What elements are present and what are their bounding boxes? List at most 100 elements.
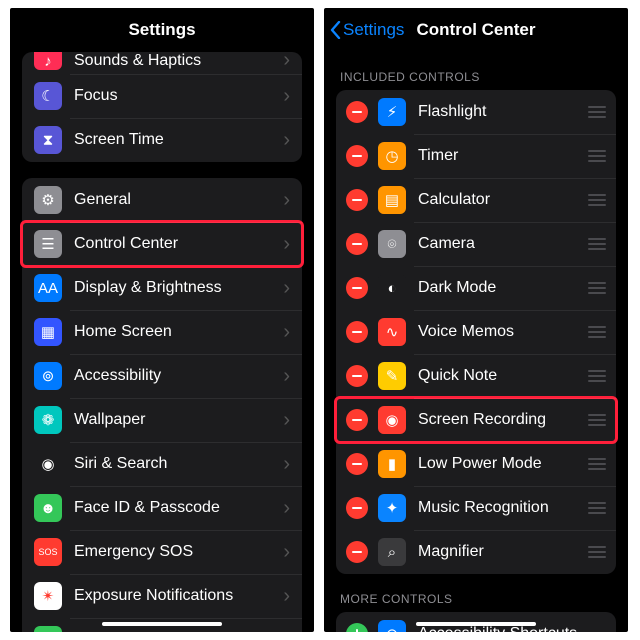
timer-icon: ◷ [378,142,406,170]
remove-button[interactable] [346,541,368,563]
settings-row-wallpaper[interactable]: ❁Wallpaper› [22,398,302,442]
remove-button[interactable] [346,453,368,475]
focus-icon: ☾ [34,82,62,110]
drag-handle-icon[interactable] [586,106,606,118]
settings-row-home-screen[interactable]: ▦Home Screen› [22,310,302,354]
chevron-right-icon: › [283,630,290,632]
calculator-icon: ▤ [378,186,406,214]
drag-handle-icon[interactable] [586,194,606,206]
cc-scroll[interactable]: Included Controls ⚡︎Flashlight◷Timer▤Cal… [324,52,628,632]
row-label: Emergency SOS [74,543,279,561]
remove-button[interactable] [346,365,368,387]
settings-row-exposure-notifications[interactable]: ✴︎Exposure Notifications› [22,574,302,618]
control-label: Flashlight [418,103,580,121]
minus-icon [352,463,362,465]
control-center-screen: Settings Control Center Included Control… [324,8,628,632]
settings-row-screen-time[interactable]: ⧗ Screen Time› [22,118,302,162]
control-row-music-recognition: ✦Music Recognition [336,486,616,530]
minus-icon [352,331,362,333]
settings-screen: Settings ♪Sounds & Haptics›☾Focus› ⧗ Scree… [10,8,314,632]
control-row-low-power-mode: ▮Low Power Mode [336,442,616,486]
minus-icon [352,111,362,113]
more-header: More Controls [340,592,612,606]
row-label: Control Center [74,235,279,253]
remove-button[interactable] [346,145,368,167]
row-label: Face ID & Passcode [74,499,279,517]
remove-button[interactable] [346,233,368,255]
home-screen-icon: ▦ [34,318,62,346]
siri-search-icon: ◉ [34,450,62,478]
remove-button[interactable] [346,497,368,519]
settings-row-control-center[interactable]: ☰Control Center› [22,222,302,266]
chevron-right-icon: › [283,190,290,210]
remove-button[interactable] [346,409,368,431]
drag-handle-icon[interactable] [586,414,606,426]
drag-handle-icon[interactable] [586,150,606,162]
row-label: Display & Brightness [74,279,279,297]
row-label: Screen Time [74,131,279,149]
home-indicator[interactable] [102,622,222,626]
chevron-right-icon: › [283,542,290,562]
screen-time-icon: ⧗ [34,126,62,154]
chevron-right-icon: › [283,86,290,106]
drag-handle-icon[interactable] [586,326,606,338]
minus-icon [352,155,362,157]
drag-handle-icon[interactable] [586,238,606,250]
remove-button[interactable] [346,321,368,343]
chevron-right-icon: › [283,410,290,430]
chevron-right-icon: › [283,498,290,518]
settings-scroll[interactable]: ♪Sounds & Haptics›☾Focus›⧗Screen Time› ⚙… [10,52,314,632]
add-button[interactable] [346,623,368,632]
home-indicator[interactable] [416,622,536,626]
remove-button[interactable] [346,101,368,123]
chevron-right-icon: › [283,278,290,298]
chevron-right-icon: › [283,366,290,386]
settings-row-focus[interactable]: ☾Focus› [22,74,302,118]
face-id-passcode-icon: ☻ [34,494,62,522]
settings-title: Settings [128,20,195,40]
plus-icon [352,629,362,632]
settings-group-b: ⚙General›☰Control Center›AADisplay & Bri… [22,178,302,632]
control-row-calculator: ▤ Calculator [336,178,616,222]
control-label: Magnifier [418,543,580,561]
control-label: Calculator [418,191,580,209]
chevron-right-icon: › [283,130,290,150]
drag-handle-icon[interactable] [586,458,606,470]
quick-note-icon: ✎ [378,362,406,390]
settings-row-sounds-haptics[interactable]: ♪Sounds & Haptics› [22,52,302,74]
control-row-dark-mode: ◐Dark Mode [336,266,616,310]
minus-icon [352,199,362,201]
minus-icon [352,287,362,289]
control-label: Quick Note [418,367,580,385]
settings-group-a: ♪Sounds & Haptics›☾Focus›⧗Screen Time› [22,52,302,162]
remove-button[interactable] [346,189,368,211]
drag-handle-icon[interactable] [586,282,606,294]
music-recognition-icon: ✦ [378,494,406,522]
back-button[interactable]: Settings [330,8,404,52]
settings-row-siri-search[interactable]: ◉ Siri & Search› [22,442,302,486]
row-label: Sounds & Haptics [74,52,279,70]
chevron-left-icon [330,21,341,39]
settings-row-face-id-passcode[interactable]: ☻ Face ID & Passcode› [22,486,302,530]
drag-handle-icon[interactable] [586,502,606,514]
control-row-voice-memos: ∿Voice Memos [336,310,616,354]
row-label: Battery [74,631,279,632]
row-label: Siri & Search [74,455,279,473]
remove-button[interactable] [346,277,368,299]
cc-title: Control Center [417,20,536,40]
settings-row-accessibility[interactable]: ⊚Accessibility› [22,354,302,398]
chevron-right-icon: › [283,454,290,474]
settings-row-emergency-sos[interactable]: SOSEmergency SOS› [22,530,302,574]
drag-handle-icon[interactable] [586,546,606,558]
screen-recording-icon: ◉ [378,406,406,434]
control-label: Timer [418,147,580,165]
settings-row-display-brightness[interactable]: AADisplay & Brightness› [22,266,302,310]
chevron-right-icon: › [283,586,290,606]
drag-handle-icon[interactable] [586,370,606,382]
settings-row-general[interactable]: ⚙General› [22,178,302,222]
included-header: Included Controls [340,70,612,84]
control-row-screen-recording: ◉Screen Recording [336,398,616,442]
row-label: Wallpaper [74,411,279,429]
exposure-notifications-icon: ✴︎ [34,582,62,610]
camera-icon: ⌾ [378,230,406,258]
